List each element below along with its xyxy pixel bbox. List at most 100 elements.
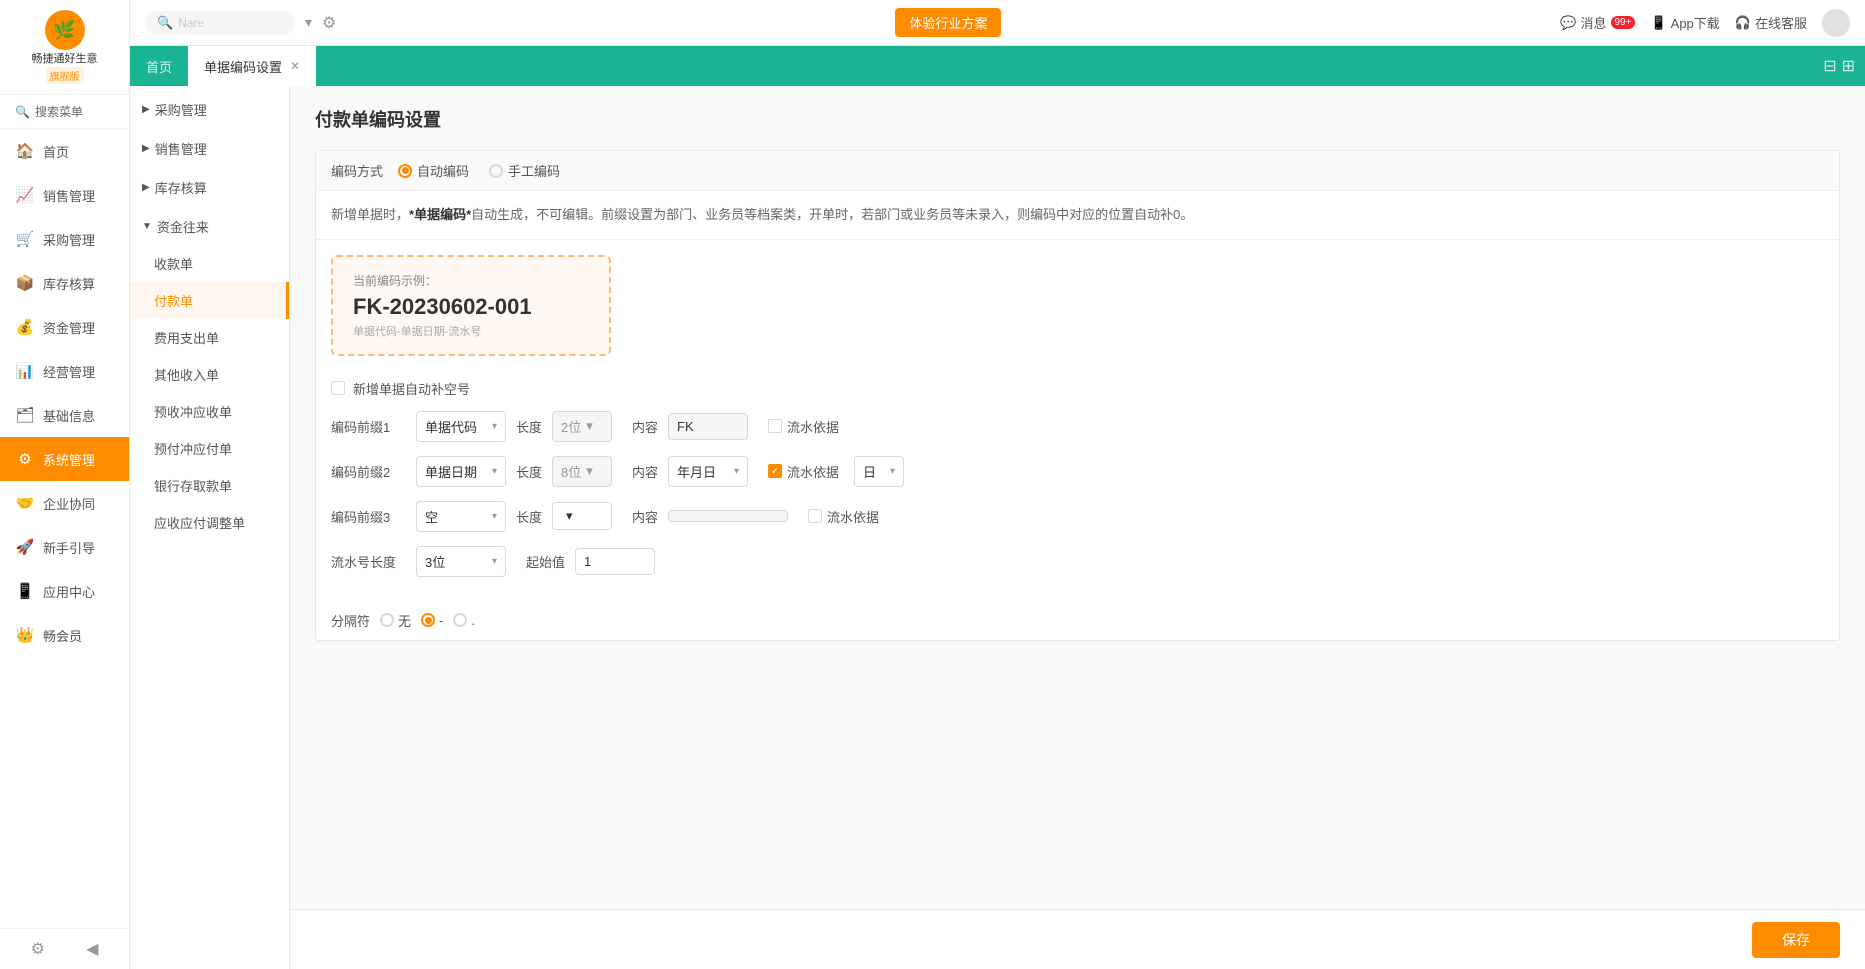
- prefix2-stream-unit-select[interactable]: 日 ▾: [854, 456, 904, 487]
- sub-nav-payment[interactable]: 付款单: [130, 282, 289, 319]
- sub-nav-other-income[interactable]: 其他收入单: [130, 356, 289, 393]
- dropdown-icon: ▾: [586, 463, 593, 479]
- prefix3-stream-checkbox[interactable]: 流水依据: [808, 507, 879, 526]
- message-btn[interactable]: 💬 消息 99+: [1560, 13, 1635, 32]
- topbar-left: 🔍 Nare ▾ ⚙: [145, 11, 336, 35]
- settings-icon[interactable]: ⚙: [322, 13, 336, 33]
- message-badge: 99+: [1611, 16, 1636, 29]
- topbar-search[interactable]: 🔍 Nare: [145, 11, 295, 35]
- app-download-label: App下载: [1671, 13, 1720, 32]
- topbar-search-text: Nare: [178, 16, 204, 30]
- prefix3-stream-checkbox-box[interactable]: [808, 509, 822, 523]
- auto-code-option[interactable]: 自动编码: [398, 161, 469, 180]
- experience-btn[interactable]: 体验行业方案: [895, 8, 1001, 37]
- prefix2-length-select[interactable]: 8位 ▾: [552, 456, 612, 487]
- serial-start-input[interactable]: [575, 548, 655, 575]
- prefix2-stream-checkbox[interactable]: ✓ 流水依据: [768, 462, 839, 481]
- dropdown-icon: ▾: [734, 466, 739, 477]
- separator-dot-radio[interactable]: [453, 613, 467, 627]
- auto-code-radio[interactable]: [398, 164, 412, 178]
- sub-nav-prepaid-payable[interactable]: 预付冲应付单: [130, 430, 289, 467]
- prefix1-length-select[interactable]: 2位 ▾: [552, 411, 612, 442]
- manual-code-option[interactable]: 手工编码: [489, 161, 560, 180]
- app-download-btn[interactable]: 📱 App下载: [1650, 13, 1719, 32]
- prefix2-label: 编码前缀2: [331, 462, 406, 481]
- settings-bottom-icon[interactable]: ⚙: [31, 939, 45, 959]
- sidebar-item-operation[interactable]: 📊 经营管理: [0, 349, 129, 393]
- sidebar-item-finance[interactable]: 💰 资金管理: [0, 305, 129, 349]
- sidebar-item-finance-label: 资金管理: [43, 318, 95, 337]
- tab-close-icon[interactable]: ✕: [290, 59, 300, 73]
- sidebar-item-sales[interactable]: 📈 销售管理: [0, 173, 129, 217]
- separator-none-option[interactable]: 无: [380, 611, 411, 630]
- separator-dot-option[interactable]: .: [453, 613, 475, 628]
- sidebar-item-enterprise-label: 企业协同: [43, 494, 95, 513]
- sub-nav-capital-header[interactable]: ▼ 资金往来: [130, 208, 289, 245]
- code-preview-value: FK-20230602-001: [353, 294, 589, 320]
- sub-nav-prepaid-receivable[interactable]: 预收冲应收单: [130, 393, 289, 430]
- prefix1-stream-label: 流水依据: [787, 417, 839, 436]
- sub-nav-bank-deposit[interactable]: 银行存取款单: [130, 467, 289, 504]
- dropdown-icon: ▾: [492, 466, 497, 477]
- user-avatar[interactable]: [1822, 9, 1850, 37]
- sidebar-item-inventory[interactable]: 📦 库存核算: [0, 261, 129, 305]
- prefix1-label: 编码前缀1: [331, 417, 406, 436]
- sidebar-item-inventory-label: 库存核算: [43, 274, 95, 293]
- sub-nav-expense[interactable]: 费用支出单: [130, 319, 289, 356]
- prefix1-select[interactable]: 单据代码 ▾: [416, 411, 506, 442]
- tab-home[interactable]: 首页: [130, 46, 188, 86]
- sidebar-item-newbie[interactable]: 🚀 新手引导: [0, 525, 129, 569]
- prefix1-length-label: 长度: [516, 417, 542, 436]
- auto-fill-checkbox[interactable]: [331, 381, 345, 395]
- settings-panel: 编码方式 自动编码 手工编码: [315, 150, 1840, 641]
- save-button[interactable]: 保存: [1752, 922, 1840, 958]
- serial-row: 流水号长度 3位 ▾ 起始值: [331, 546, 1824, 577]
- expand-icon[interactable]: ▾: [305, 14, 312, 31]
- prefix3-select[interactable]: 空 ▾: [416, 501, 506, 532]
- collapse-icon[interactable]: ◀: [86, 939, 98, 959]
- prefix3-content-input: [668, 510, 788, 522]
- sidebar-item-sales-label: 销售管理: [43, 186, 95, 205]
- main-area: 🔍 Nare ▾ ⚙ 体验行业方案 💬 消息 99+ 📱 App下载 🎧 在线客…: [130, 0, 1865, 969]
- separator-dash-radio[interactable]: [421, 613, 435, 627]
- maximize-icon[interactable]: ⊞: [1842, 56, 1855, 76]
- tab-serial-settings[interactable]: 单据编码设置 ✕: [188, 46, 316, 86]
- app-download-icon: 📱: [1650, 15, 1666, 31]
- sidebar-item-operation-label: 经营管理: [43, 362, 95, 381]
- prefix1-stream-checkbox-box[interactable]: [768, 419, 782, 433]
- search-icon: 🔍: [15, 105, 30, 119]
- notice-bold: *单据编码*: [409, 207, 471, 222]
- main-content: 付款单编码设置 编码方式 自动编码 手工编码: [290, 86, 1865, 909]
- sub-nav-receipt[interactable]: 收款单: [130, 245, 289, 282]
- prefix3-label: 编码前缀3: [331, 507, 406, 526]
- separator-dash-option[interactable]: -: [421, 613, 443, 628]
- sub-nav-sales-header[interactable]: ▶ 销售管理: [130, 130, 289, 167]
- separator-dot-label: .: [471, 613, 475, 628]
- minimize-icon[interactable]: ⊟: [1823, 56, 1836, 76]
- sub-nav-inventory-header[interactable]: ▶ 库存核算: [130, 169, 289, 206]
- prefix2-select[interactable]: 单据日期 ▾: [416, 456, 506, 487]
- sidebar-item-appstore[interactable]: 📱 应用中心: [0, 569, 129, 613]
- sidebar-item-purchase[interactable]: 🛒 采购管理: [0, 217, 129, 261]
- separator-none-radio[interactable]: [380, 613, 394, 627]
- serial-length-select[interactable]: 3位 ▾: [416, 546, 506, 577]
- sidebar-search[interactable]: 🔍 搜索菜单: [0, 95, 129, 129]
- prefix2-stream-checkbox-box[interactable]: ✓: [768, 464, 782, 478]
- manual-code-radio[interactable]: [489, 164, 503, 178]
- prefix3-length-select[interactable]: ▾: [552, 502, 612, 530]
- sub-nav-ar-ap-adjust[interactable]: 应收应付调整单: [130, 504, 289, 541]
- sidebar-item-system[interactable]: ⚙ 系统管理: [0, 437, 129, 481]
- sub-nav-purchase-header[interactable]: ▶ 采购管理: [130, 91, 289, 128]
- prefix2-content-select[interactable]: 年月日 ▾: [668, 456, 748, 487]
- dropdown-icon: ▾: [492, 556, 497, 567]
- sidebar-item-home-label: 首页: [43, 142, 69, 161]
- online-service-btn[interactable]: 🎧 在线客服: [1735, 13, 1807, 32]
- sidebar-item-member[interactable]: 👑 畅会员: [0, 613, 129, 657]
- sidebar-item-basic[interactable]: 🗂 基础信息: [0, 393, 129, 437]
- sidebar-item-home[interactable]: 🏠 首页: [0, 129, 129, 173]
- prefix1-stream-checkbox[interactable]: 流水依据: [768, 417, 839, 436]
- separator-label: 分隔符: [331, 611, 370, 630]
- sidebar-search-label: 搜索菜单: [35, 103, 83, 120]
- sidebar-item-enterprise[interactable]: 🤝 企业协同: [0, 481, 129, 525]
- sales-icon: 📈: [15, 185, 35, 205]
